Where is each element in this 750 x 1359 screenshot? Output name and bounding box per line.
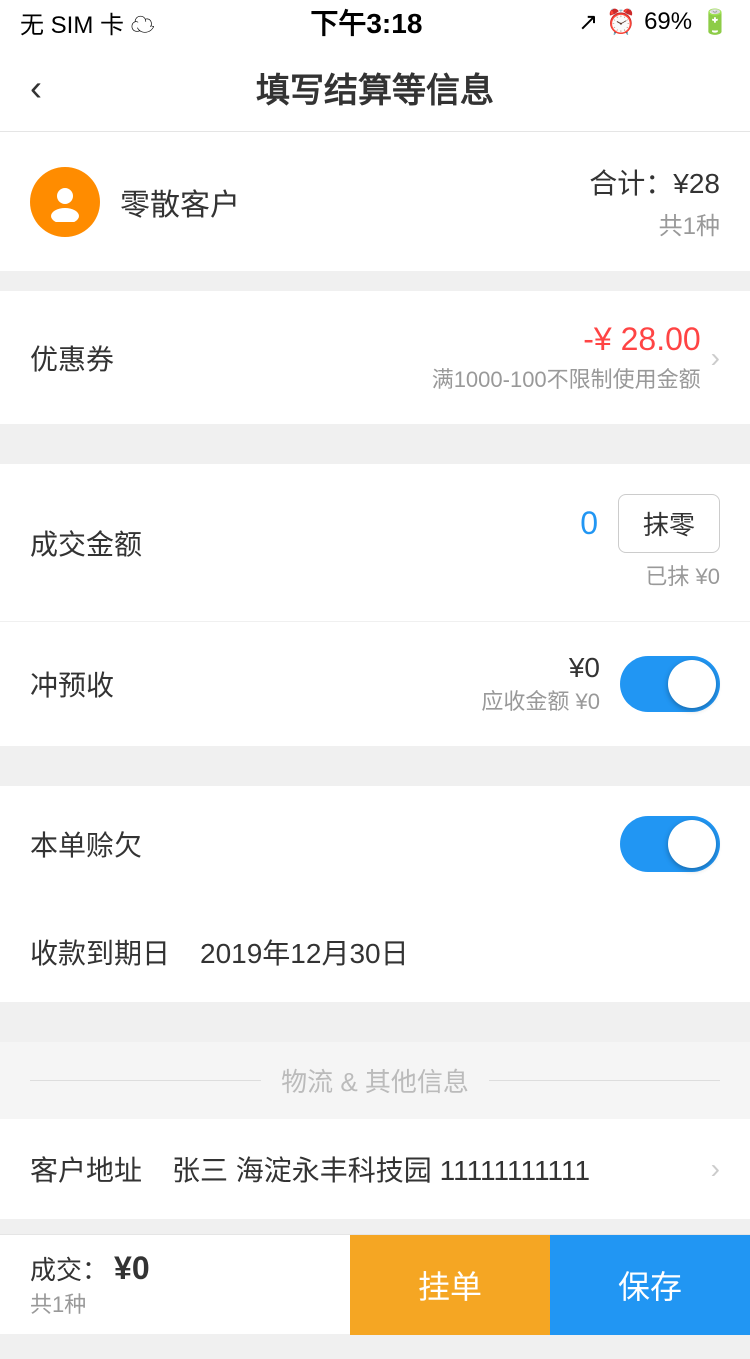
divider-3 bbox=[0, 1022, 750, 1042]
coupon-label: 优惠券 bbox=[30, 338, 114, 378]
customer-total: 合计：¥28 bbox=[589, 162, 720, 202]
prepayment-subtext: 应收金额 ¥0 bbox=[481, 684, 600, 716]
address-chevron-icon: › bbox=[711, 1153, 720, 1185]
location-icon: ↗ bbox=[578, 8, 598, 37]
coupon-right-text: -¥ 28.00 满1000-100不限制使用金额 bbox=[432, 321, 701, 394]
amount-section: 成交金额 0 抹零 已抹 ¥0 冲预收 ¥0 应收金额 ¥0 bbox=[0, 464, 750, 746]
avatar bbox=[30, 167, 100, 237]
divider-1 bbox=[0, 444, 750, 464]
debt-section: 本单赊欠 收款到期日 2019年12月30日 bbox=[0, 786, 750, 1002]
save-button[interactable]: 保存 bbox=[550, 1235, 750, 1335]
deal-amount-value: 0 bbox=[580, 505, 598, 542]
battery-text: 69% bbox=[644, 8, 692, 36]
status-left: 无 SIM 卡 ☁ bbox=[20, 5, 155, 40]
prepayment-value: ¥0 bbox=[481, 652, 600, 684]
bottom-deal-label: 成交： bbox=[30, 1250, 108, 1287]
address-value: 张三 海淀永丰科技园 11111111111 bbox=[172, 1149, 711, 1189]
coupon-right: -¥ 28.00 满1000-100不限制使用金额 › bbox=[432, 321, 720, 394]
nav-bar: ‹ 填写结算等信息 bbox=[0, 44, 750, 132]
debt-toggle[interactable] bbox=[620, 816, 720, 872]
bottom-count: 共1种 bbox=[30, 1287, 320, 1319]
bottom-amount: ¥0 bbox=[114, 1250, 150, 1287]
coupon-discount: -¥ 28.00 bbox=[432, 321, 701, 358]
debt-label: 本单赊欠 bbox=[30, 824, 142, 864]
customer-count: 共1种 bbox=[589, 206, 720, 241]
debt-row: 本单赊欠 bbox=[0, 786, 750, 902]
bottom-left: 成交： ¥0 共1种 bbox=[0, 1250, 350, 1319]
prepayment-right: ¥0 应收金额 ¥0 bbox=[481, 652, 720, 716]
deal-amount-subtext: 已抹 ¥0 bbox=[645, 559, 720, 591]
customer-row: 零散客户 合计：¥28 共1种 bbox=[0, 132, 750, 271]
hold-button[interactable]: 挂单 bbox=[350, 1235, 550, 1335]
logistics-line-left bbox=[30, 1080, 261, 1081]
logistics-divider: 物流 & 其他信息 bbox=[0, 1042, 750, 1119]
coupon-row[interactable]: 优惠券 -¥ 28.00 满1000-100不限制使用金额 › bbox=[0, 291, 750, 424]
customer-right: 合计：¥28 共1种 bbox=[589, 162, 720, 241]
status-bar: 无 SIM 卡 ☁ 下午3:18 ↗ ⏰ 69% 🔋 bbox=[0, 0, 750, 44]
prepayment-toggle[interactable] bbox=[620, 656, 720, 712]
due-date-label: 收款到期日 bbox=[30, 932, 170, 972]
chevron-right-icon: › bbox=[711, 342, 720, 374]
address-section: 客户地址 张三 海淀永丰科技园 11111111111 › bbox=[0, 1119, 750, 1219]
battery-icon: 🔋 bbox=[700, 8, 730, 37]
deal-amount-label: 成交金额 bbox=[30, 523, 142, 563]
back-button[interactable]: ‹ bbox=[30, 67, 42, 109]
person-icon bbox=[45, 182, 85, 222]
deal-amount-row: 成交金额 0 抹零 已抹 ¥0 bbox=[0, 464, 750, 622]
bottom-bar: 成交： ¥0 共1种 挂单 保存 bbox=[0, 1234, 750, 1334]
divider-2 bbox=[0, 766, 750, 786]
address-label: 客户地址 bbox=[30, 1149, 142, 1189]
sim-wifi-text: 无 SIM 卡 ☁ bbox=[20, 5, 155, 40]
logistics-line-right bbox=[489, 1080, 720, 1081]
customer-left: 零散客户 bbox=[30, 167, 240, 237]
customer-name: 零散客户 bbox=[120, 180, 240, 224]
round-button[interactable]: 抹零 bbox=[618, 494, 720, 553]
page-title: 填写结算等信息 bbox=[256, 63, 494, 112]
logistics-label: 物流 & 其他信息 bbox=[281, 1062, 469, 1099]
status-time: 下午3:18 bbox=[310, 2, 422, 42]
alarm-icon: ⏰ bbox=[606, 8, 636, 37]
deal-amount-right: 0 抹零 bbox=[580, 494, 720, 553]
due-date-row: 收款到期日 2019年12月30日 bbox=[0, 902, 750, 1002]
toggle-knob bbox=[668, 660, 716, 708]
debt-toggle-knob bbox=[668, 820, 716, 868]
coupon-section: 优惠券 -¥ 28.00 满1000-100不限制使用金额 › bbox=[0, 291, 750, 424]
prepayment-row: 冲预收 ¥0 应收金额 ¥0 bbox=[0, 622, 750, 746]
address-row[interactable]: 客户地址 张三 海淀永丰科技园 11111111111 › bbox=[0, 1119, 750, 1219]
customer-section: 零散客户 合计：¥28 共1种 bbox=[0, 132, 750, 271]
status-right: ↗ ⏰ 69% 🔋 bbox=[578, 8, 730, 37]
prepayment-label: 冲预收 bbox=[30, 664, 114, 704]
due-date-value: 2019年12月30日 bbox=[200, 932, 409, 972]
coupon-desc: 满1000-100不限制使用金额 bbox=[432, 362, 701, 394]
